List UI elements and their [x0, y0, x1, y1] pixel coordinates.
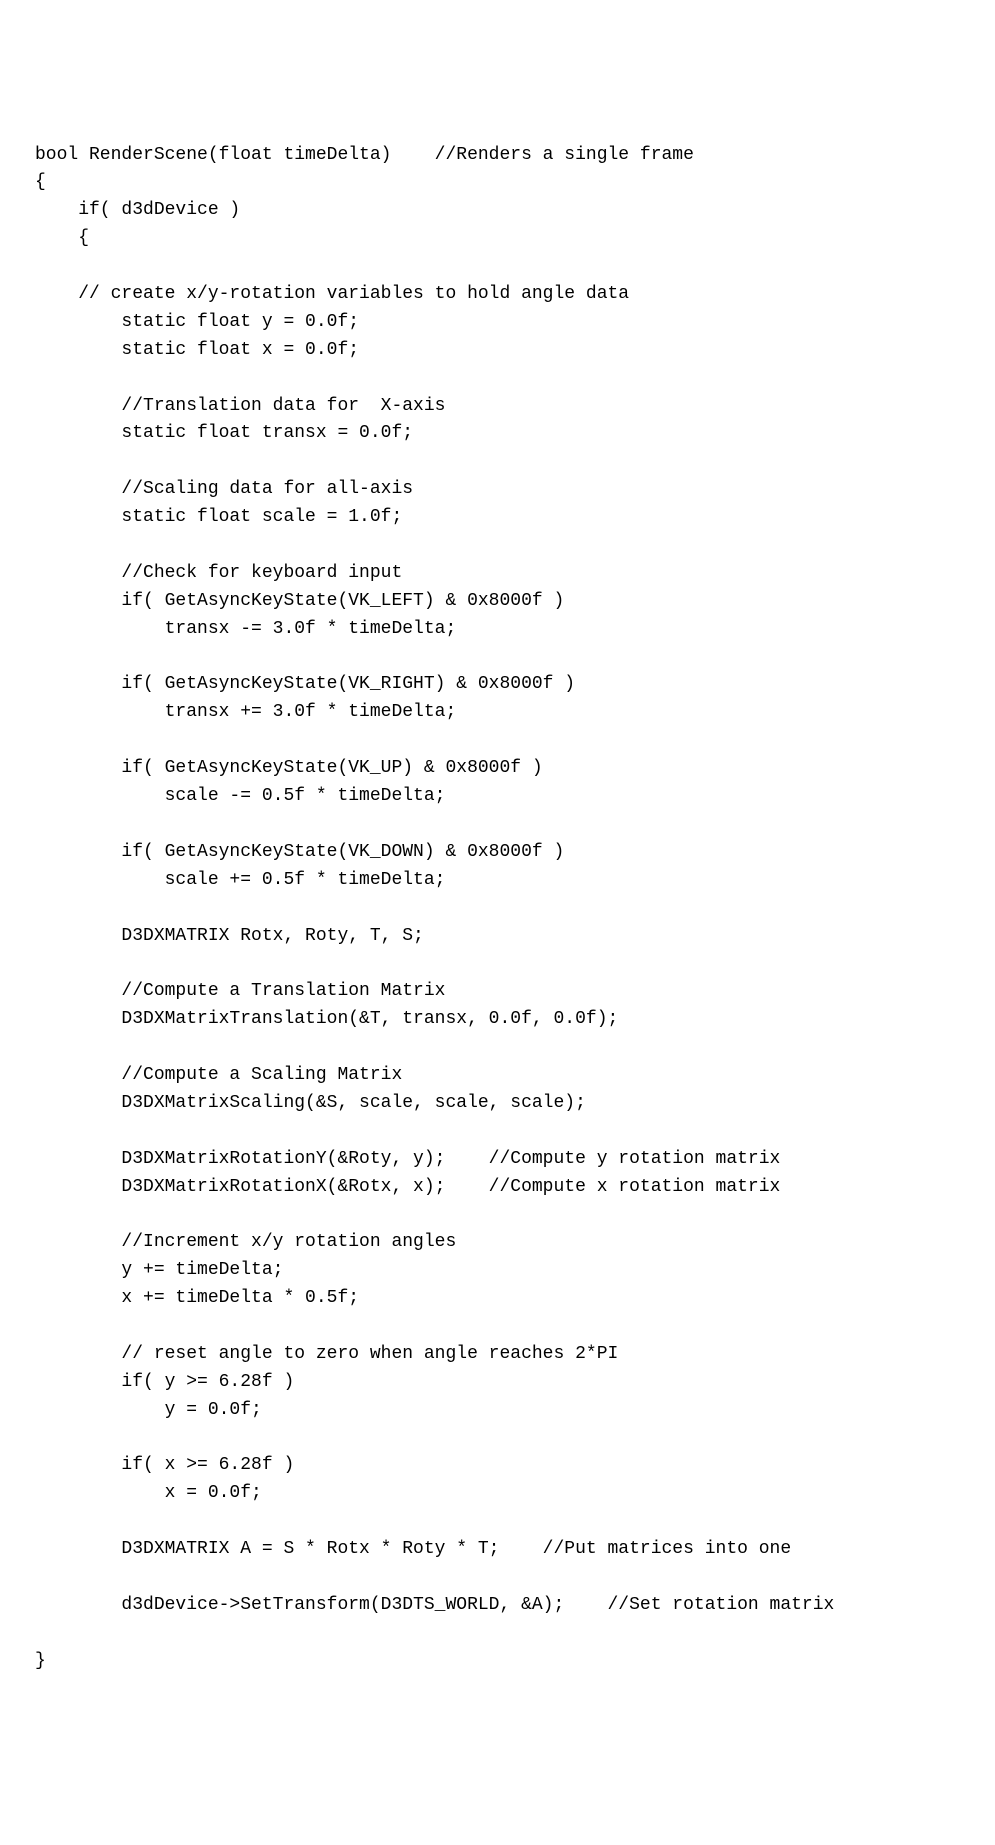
code-line: if( GetAsyncKeyState(VK_RIGHT) & 0x8000f…	[35, 674, 575, 694]
code-line: x += timeDelta * 0.5f;	[35, 1288, 359, 1308]
code-line: transx += 3.0f * timeDelta;	[35, 702, 456, 722]
code-line: //Increment x/y rotation angles	[35, 1232, 456, 1252]
code-line: if( GetAsyncKeyState(VK_UP) & 0x8000f )	[35, 758, 543, 778]
code-line: //Translation data for X-axis	[35, 396, 445, 416]
code-line: y += timeDelta;	[35, 1260, 283, 1280]
code-line: d3dDevice->SetTransform(D3DTS_WORLD, &A)…	[35, 1595, 834, 1615]
code-line: D3DXMatrixRotationX(&Rotx, x); //Compute…	[35, 1177, 780, 1197]
code-line: if( GetAsyncKeyState(VK_LEFT) & 0x8000f …	[35, 591, 564, 611]
code-line: }	[35, 1651, 46, 1671]
code-line: D3DXMatrixScaling(&S, scale, scale, scal…	[35, 1093, 586, 1113]
code-line: if( d3dDevice )	[35, 200, 240, 220]
code-line: transx -= 3.0f * timeDelta;	[35, 619, 456, 639]
code-line: //Scaling data for all-axis	[35, 479, 413, 499]
code-line: if( x >= 6.28f )	[35, 1455, 294, 1475]
code-block: bool RenderScene(float timeDelta) //Rend…	[35, 142, 960, 1676]
code-line: y = 0.0f;	[35, 1400, 262, 1420]
code-line: D3DXMatrixTranslation(&T, transx, 0.0f, …	[35, 1009, 618, 1029]
code-line: static float x = 0.0f;	[35, 340, 359, 360]
code-line: static float transx = 0.0f;	[35, 423, 413, 443]
code-line: x = 0.0f;	[35, 1483, 262, 1503]
code-line: D3DXMatrixRotationY(&Roty, y); //Compute…	[35, 1149, 780, 1169]
code-line: //Compute a Scaling Matrix	[35, 1065, 402, 1085]
code-line: //Compute a Translation Matrix	[35, 981, 445, 1001]
code-line: {	[35, 172, 46, 192]
code-line: // create x/y-rotation variables to hold…	[35, 284, 629, 304]
code-line: // reset angle to zero when angle reache…	[35, 1344, 618, 1364]
code-line: D3DXMATRIX Rotx, Roty, T, S;	[35, 926, 424, 946]
code-line: static float scale = 1.0f;	[35, 507, 402, 527]
code-line: scale -= 0.5f * timeDelta;	[35, 786, 445, 806]
code-line: bool RenderScene(float timeDelta) //Rend…	[35, 145, 694, 165]
code-line: //Check for keyboard input	[35, 563, 402, 583]
code-line: static float y = 0.0f;	[35, 312, 359, 332]
code-line: if( y >= 6.28f )	[35, 1372, 294, 1392]
code-line: if( GetAsyncKeyState(VK_DOWN) & 0x8000f …	[35, 842, 564, 862]
code-line: {	[35, 228, 89, 248]
code-line: D3DXMATRIX A = S * Rotx * Roty * T; //Pu…	[35, 1539, 791, 1559]
code-line: scale += 0.5f * timeDelta;	[35, 870, 445, 890]
